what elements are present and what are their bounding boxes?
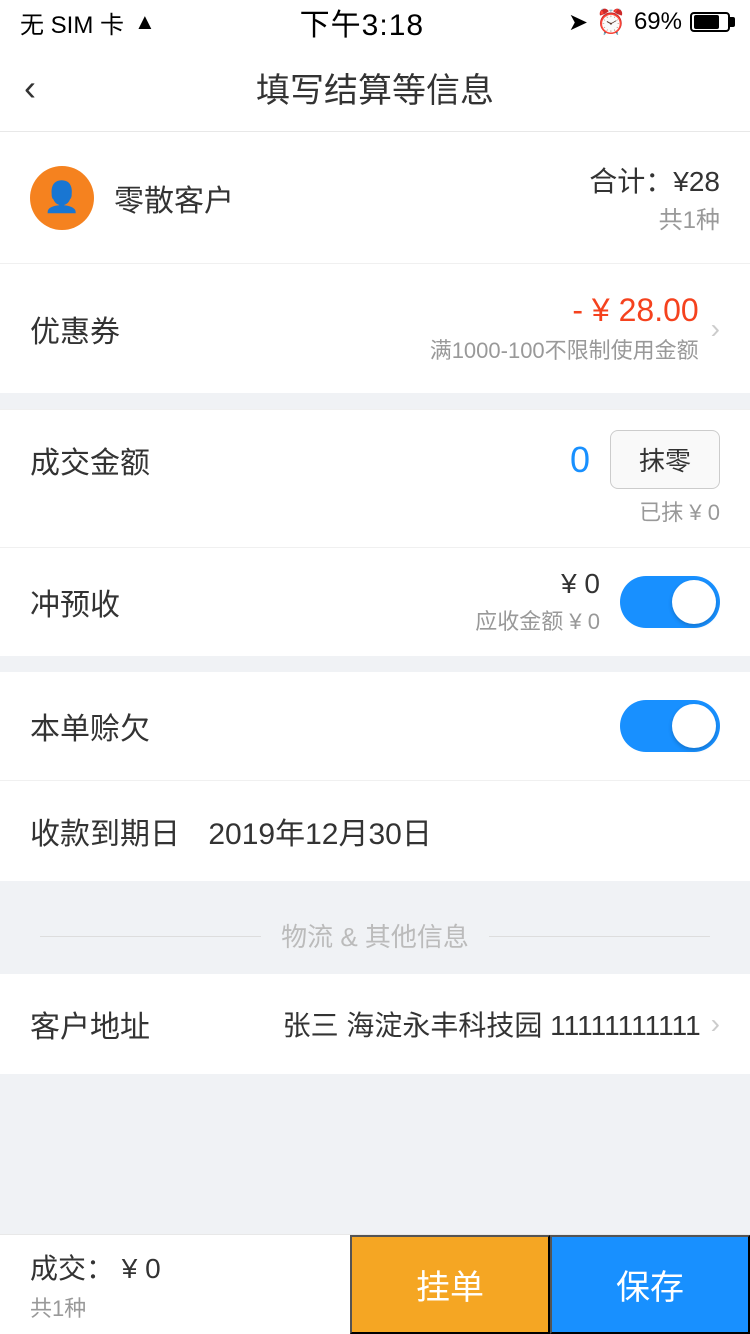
amount-label: 成交金额	[30, 438, 150, 482]
amount-right: 0 抹零	[570, 430, 720, 489]
prepay-sub: 应收金额 ¥ 0	[475, 604, 600, 636]
debt-row: 本单赊欠	[0, 672, 750, 780]
duedate-value: 2019年12月30日	[208, 818, 431, 851]
customer-left: 👤 零散客户	[30, 166, 234, 230]
coupon-row[interactable]: 优惠券 - ¥ 28.00 满1000-100不限制使用金额 ›	[0, 263, 750, 393]
prepay-amounts: ¥ 0 应收金额 ¥ 0	[475, 568, 600, 636]
avatar-icon: 👤	[43, 180, 80, 215]
footer-amount: 成交： ¥ 0	[30, 1247, 320, 1287]
battery-percent: 69%	[634, 8, 682, 36]
prepay-row: 冲预收 ¥ 0 应收金额 ¥ 0	[0, 547, 750, 656]
footer: 成交： ¥ 0 共1种 挂单 保存	[0, 1234, 750, 1334]
round-button[interactable]: 抹零	[610, 430, 720, 489]
page-title: 填写结算等信息	[256, 63, 494, 112]
coupon-value-col: - ¥ 28.00 满1000-100不限制使用金额	[430, 292, 699, 365]
duedate-row: 收款到期日 2019年12月30日	[0, 780, 750, 881]
address-chevron: ›	[711, 1008, 720, 1040]
status-time: 下午3:18	[300, 0, 424, 44]
amount-row: 成交金额 0 抹零 已抹 ¥ 0	[0, 409, 750, 547]
debt-section: 本单赊欠 收款到期日 2019年12月30日	[0, 672, 750, 881]
address-section[interactable]: 客户地址 张三 海淀永丰科技园 11111111111 ›	[0, 974, 750, 1074]
coupon-right: - ¥ 28.00 满1000-100不限制使用金额 ›	[430, 292, 720, 365]
coupon-value: - ¥ 28.00	[430, 292, 699, 329]
amount-sub: 已抹 ¥ 0	[30, 495, 720, 527]
alarm-icon: ⏰	[596, 8, 626, 37]
hold-button[interactable]: 挂单	[350, 1235, 550, 1334]
coupon-sub: 满1000-100不限制使用金额	[430, 333, 699, 365]
debt-label: 本单赊欠	[30, 704, 150, 748]
customer-section: 👤 零散客户 合计：¥28 共1种 优惠券 - ¥ 28.00 满1000-10…	[0, 132, 750, 393]
customer-name: 零散客户	[114, 176, 234, 220]
location-icon: ➤	[568, 8, 588, 37]
status-bar: 无 SIM 卡 ▲ 下午3:18 ➤ ⏰ 69%	[0, 0, 750, 44]
debt-toggle[interactable]	[620, 700, 720, 752]
prepay-value: ¥ 0	[475, 568, 600, 600]
customer-total: 合计：¥28 共1种	[589, 160, 720, 235]
save-button[interactable]: 保存	[550, 1235, 750, 1334]
total-count: 共1种	[589, 200, 720, 235]
footer-amount-label: 成交：	[30, 1253, 114, 1284]
amount-row-top: 成交金额 0 抹零	[30, 430, 720, 489]
total-amount: 合计：¥28	[589, 160, 720, 200]
transaction-section: 成交金额 0 抹零 已抹 ¥ 0 冲预收 ¥ 0 应收金额 ¥ 0	[0, 409, 750, 656]
carrier-label: 无 SIM 卡	[20, 5, 124, 40]
customer-avatar: 👤	[30, 166, 94, 230]
prepay-right: ¥ 0 应收金额 ¥ 0	[475, 568, 720, 636]
logistics-header: 物流 & 其他信息	[0, 897, 750, 974]
footer-buttons: 挂单 保存	[350, 1235, 750, 1334]
address-value: 张三 海淀永丰科技园 11111111111	[283, 1004, 701, 1044]
content-area: 👤 零散客户 合计：¥28 共1种 优惠券 - ¥ 28.00 满1000-10…	[0, 132, 750, 1194]
debt-toggle-knob	[672, 704, 716, 748]
nav-bar: ‹ 填写结算等信息	[0, 44, 750, 132]
wifi-icon: ▲	[134, 9, 156, 35]
prepay-label: 冲预收	[30, 580, 120, 624]
coupon-label: 优惠券	[30, 307, 120, 351]
prepay-toggle[interactable]	[620, 576, 720, 628]
battery-icon	[690, 12, 730, 32]
logistics-label: 物流 & 其他信息	[261, 917, 489, 954]
customer-row: 👤 零散客户 合计：¥28 共1种	[0, 132, 750, 263]
duedate-label: 收款到期日	[30, 818, 180, 851]
address-label: 客户地址	[30, 1002, 150, 1046]
status-left: 无 SIM 卡 ▲	[20, 5, 156, 40]
footer-amount-value: ¥ 0	[122, 1253, 161, 1284]
toggle-knob	[672, 580, 716, 624]
footer-count: 共1种	[30, 1291, 320, 1323]
footer-info: 成交： ¥ 0 共1种	[0, 1247, 350, 1323]
amount-value: 0	[570, 439, 590, 481]
address-right: 张三 海淀永丰科技园 11111111111 ›	[283, 1004, 720, 1044]
status-right: ➤ ⏰ 69%	[568, 8, 730, 37]
coupon-chevron: ›	[711, 313, 720, 345]
back-button[interactable]: ‹	[24, 67, 36, 109]
